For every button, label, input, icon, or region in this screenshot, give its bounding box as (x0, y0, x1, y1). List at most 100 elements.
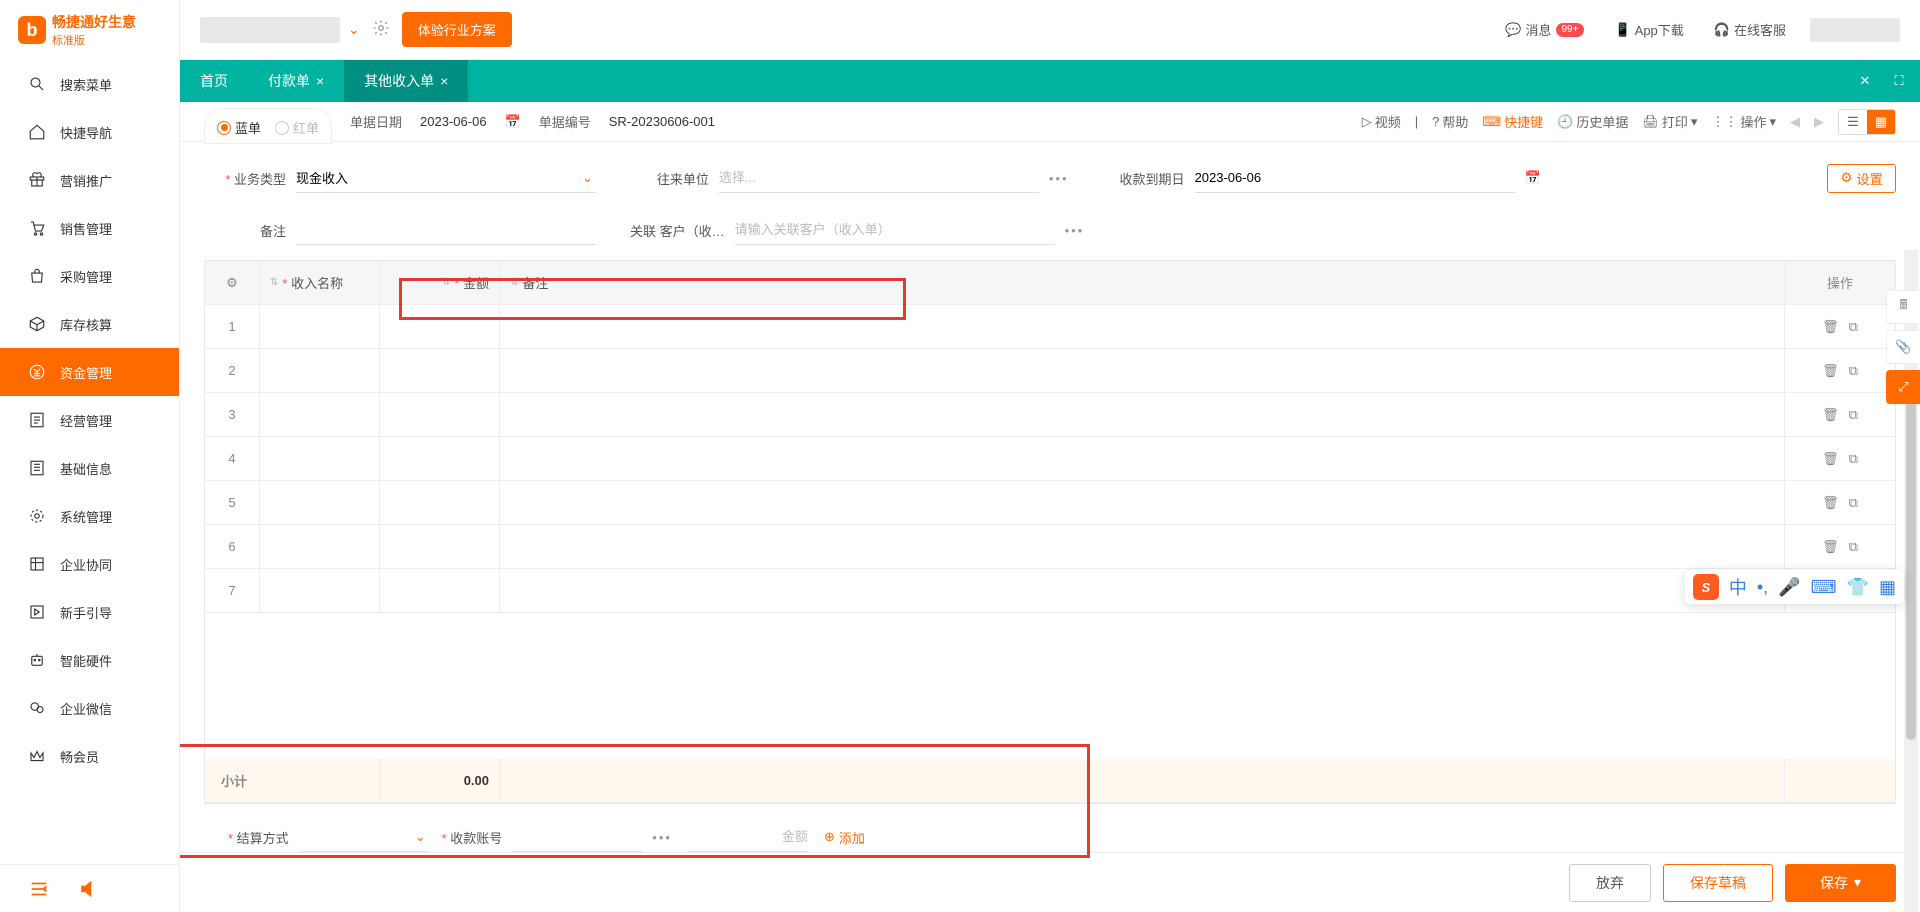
sidebar-item-funds[interactable]: 资金管理 (0, 348, 179, 396)
table-row[interactable]: 6🗑⧉ (205, 525, 1895, 569)
add-settle-button[interactable]: ⊕添加 (824, 828, 865, 847)
rail-calc-icon[interactable]: 🖩 (1886, 290, 1920, 324)
sidebar-item-inventory[interactable]: 库存核算 (0, 300, 179, 348)
more-icon[interactable]: ••• (1049, 171, 1069, 186)
col-gear[interactable]: ⚙ (205, 261, 260, 304)
service-link[interactable]: 🎧在线客服 (1714, 20, 1786, 39)
sidebar-item-sales[interactable]: 销售管理 (0, 204, 179, 252)
close-icon[interactable]: × (316, 73, 324, 89)
delete-icon[interactable]: 🗑 (1822, 363, 1839, 379)
delete-icon[interactable]: 🗑 (1822, 495, 1839, 511)
ime-lang[interactable]: 中 (1729, 574, 1747, 600)
tab-payment[interactable]: 付款单× (248, 60, 344, 102)
next-icon[interactable]: ▶ (1814, 114, 1824, 130)
gear-icon[interactable] (372, 19, 390, 40)
more-icon[interactable]: ••• (652, 830, 672, 845)
sidebar-item-member[interactable]: 畅会员 (0, 732, 179, 780)
collapse-icon[interactable] (28, 878, 50, 900)
chevron-down-icon[interactable]: ⌄ (415, 829, 426, 845)
shortcut-link[interactable]: ⌨ 快捷键 (1482, 112, 1543, 131)
sidebar-item-business[interactable]: 经营管理 (0, 396, 179, 444)
table-row[interactable]: 4🗑⧉ (205, 437, 1895, 481)
sound-icon[interactable] (78, 878, 100, 900)
copy-icon[interactable]: ⧉ (1849, 363, 1858, 379)
copy-icon[interactable]: ⧉ (1849, 539, 1858, 555)
discard-button[interactable]: 放弃 (1569, 864, 1651, 902)
sidebar-item-purchase[interactable]: 采购管理 (0, 252, 179, 300)
calendar-icon[interactable]: 📅 (1525, 170, 1541, 186)
sidebar-item-wechat[interactable]: 企业微信 (0, 684, 179, 732)
settle-amount-input[interactable] (688, 822, 808, 852)
prev-icon[interactable]: ◀ (1790, 114, 1800, 130)
sidebar-item-search[interactable]: 搜索菜单 (0, 60, 179, 108)
col-amount[interactable]: ⇅金额 (380, 261, 500, 304)
delete-icon[interactable]: 🗑 (1822, 451, 1839, 467)
save-draft-button[interactable]: 保存草稿 (1663, 864, 1773, 902)
calendar-icon[interactable]: 📅 (505, 114, 521, 130)
due-input[interactable] (1195, 163, 1515, 193)
col-name[interactable]: ⇅收入名称 (260, 261, 380, 304)
ime-toolbox-icon[interactable]: ▦ (1879, 577, 1896, 598)
table-row[interactable]: 3🗑⧉ (205, 393, 1895, 437)
unit-input[interactable] (719, 163, 1039, 193)
delete-icon[interactable]: 🗑 (1822, 407, 1839, 423)
ops-link[interactable]: ⋮⋮ 操作 ▾ (1711, 112, 1776, 131)
rail-attach-icon[interactable]: 📎 (1886, 330, 1920, 364)
table-row[interactable]: 5🗑⧉ (205, 481, 1895, 525)
sidebar-item-basedata[interactable]: 基础信息 (0, 444, 179, 492)
settle-account-input[interactable] (512, 822, 642, 852)
table-row[interactable]: 7🗑⧉ (205, 569, 1895, 613)
messages-link[interactable]: 💬消息99+ (1505, 20, 1584, 39)
sidebar-item-marketing[interactable]: 营销推广 (0, 156, 179, 204)
ime-toolbar[interactable]: S 中 •, 🎤 ⌨ 👕 ▦ (1685, 570, 1904, 604)
view-form-icon[interactable]: ▦ (1867, 110, 1895, 134)
copy-icon[interactable]: ⧉ (1849, 451, 1858, 467)
trial-button[interactable]: 体验行业方案 (402, 12, 512, 47)
more-icon[interactable]: ••• (1065, 223, 1085, 238)
settings-button[interactable]: ⚙ 设置 (1827, 164, 1896, 193)
sidebar-item-collab[interactable]: 企业协同 (0, 540, 179, 588)
ime-mic-icon[interactable]: 🎤 (1778, 577, 1800, 598)
view-toggle: ☰ ▦ (1838, 109, 1896, 135)
sidebar-item-hardware[interactable]: 智能硬件 (0, 636, 179, 684)
date-value[interactable]: 2023-06-06 (420, 114, 487, 129)
sort-icon: ⇅ (270, 277, 278, 288)
help-link[interactable]: ? 帮助 (1432, 112, 1468, 131)
video-link[interactable]: ▷ 视频 (1362, 112, 1401, 131)
save-button[interactable]: 保存▾ (1785, 864, 1896, 902)
biz-type-input[interactable] (296, 163, 596, 193)
scrollbar-thumb[interactable] (1906, 400, 1916, 740)
radio-blue[interactable]: 蓝单 (217, 118, 261, 137)
tab-home[interactable]: 首页 (180, 60, 248, 102)
table-row[interactable]: 2🗑⧉ (205, 349, 1895, 393)
table-row[interactable]: 1🗑⧉ (205, 305, 1895, 349)
ime-punct-icon[interactable]: •, (1757, 577, 1768, 598)
copy-icon[interactable]: ⧉ (1849, 495, 1858, 511)
radio-red[interactable]: 红单 (275, 118, 319, 137)
delete-icon[interactable]: 🗑 (1822, 539, 1839, 555)
close-all-icon[interactable]: ✕ (1850, 66, 1880, 96)
ime-keyboard-icon[interactable]: ⌨ (1811, 577, 1837, 598)
sidebar-item-quicknav[interactable]: 快捷导航 (0, 108, 179, 156)
fullscreen-icon[interactable]: ⛶ (1884, 66, 1914, 96)
rail-expand-icon[interactable]: ⤢ (1886, 370, 1920, 404)
company-selector[interactable]: ⌄ (200, 17, 360, 43)
user-placeholder[interactable] (1810, 18, 1900, 42)
chevron-down-icon[interactable]: ⌄ (582, 170, 593, 186)
print-link[interactable]: 🖨 打印 ▾ (1642, 112, 1697, 131)
view-list-icon[interactable]: ☰ (1839, 110, 1867, 134)
settle-method-input[interactable] (299, 822, 429, 852)
delete-icon[interactable]: 🗑 (1822, 319, 1839, 335)
close-icon[interactable]: × (440, 73, 448, 89)
ime-skin-icon[interactable]: 👕 (1847, 577, 1869, 598)
sidebar-item-system[interactable]: 系统管理 (0, 492, 179, 540)
copy-icon[interactable]: ⧉ (1849, 407, 1858, 423)
history-link[interactable]: 🕘 历史单据 (1557, 112, 1628, 131)
sidebar-item-guide[interactable]: 新手引导 (0, 588, 179, 636)
copy-icon[interactable]: ⧉ (1849, 319, 1858, 335)
tab-other-income[interactable]: 其他收入单× (344, 60, 468, 102)
col-remark[interactable]: ⇅备注 (500, 261, 1785, 304)
rel-input[interactable] (735, 215, 1055, 245)
remark-input[interactable] (296, 215, 596, 245)
app-download-link[interactable]: 📱App下载 (1614, 20, 1683, 39)
